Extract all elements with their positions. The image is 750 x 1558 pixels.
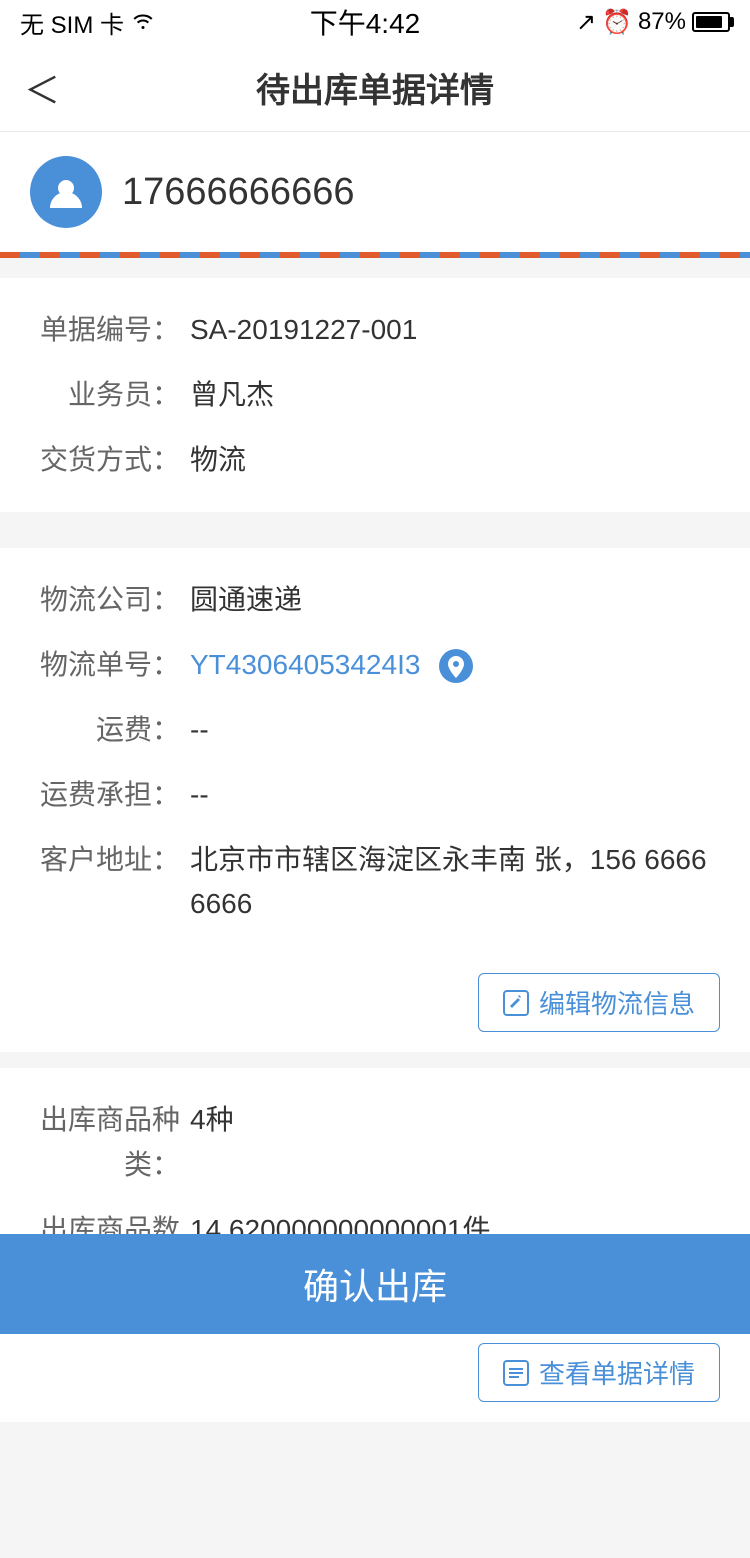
- address-label: 客户地址：: [30, 838, 190, 883]
- view-details-button[interactable]: 查看单据详情: [478, 1343, 720, 1402]
- freight-label: 运费：: [30, 708, 190, 753]
- back-button[interactable]: ＜: [24, 62, 60, 114]
- address-value: 北京市市辖区海淀区永丰南 张，156 6666 6666: [190, 838, 720, 928]
- tracking-value-row: YT43064053424I3: [190, 643, 476, 688]
- dashed-separator: [0, 252, 750, 258]
- tracking-value: YT43064053424I3: [190, 643, 420, 688]
- basic-info-section: 单据编号： SA-20191227-001 业务员： 曾凡杰 交货方式： 物流: [0, 278, 750, 512]
- customer-header: 17666666666: [0, 132, 750, 252]
- nav-bar: ＜ 待出库单据详情: [0, 44, 750, 132]
- edit-logistics-btn-row: 编辑物流信息: [0, 957, 750, 1052]
- section-divider-1: [0, 512, 750, 528]
- location-status-icon: ↗: [576, 8, 596, 37]
- alarm-icon: ⏰: [602, 8, 632, 37]
- confirm-outbound-label: 确认出库: [303, 1258, 447, 1310]
- status-time: 下午4:42: [310, 2, 421, 42]
- logistics-company-row: 物流公司： 圆通速递: [30, 578, 720, 623]
- edit-logistics-button[interactable]: 编辑物流信息: [478, 973, 720, 1032]
- battery-percent: 87%: [638, 8, 686, 36]
- logistics-info-section: 物流公司： 圆通速递 物流单号： YT43064053424I3 运费： -- …: [0, 548, 750, 957]
- page-title: 待出库单据详情: [256, 63, 494, 112]
- salesperson-row: 业务员： 曾凡杰: [30, 373, 720, 418]
- freight-value: --: [190, 708, 720, 753]
- freight-bearer-label: 运费承担：: [30, 773, 190, 818]
- delivery-method-label: 交货方式：: [30, 438, 190, 483]
- tracking-label: 物流单号：: [30, 643, 190, 688]
- freight-bearer-value: --: [190, 773, 720, 818]
- logistics-company-value: 圆通速递: [190, 578, 720, 623]
- avatar: [30, 156, 102, 228]
- edit-logistics-label: 编辑物流信息: [539, 984, 695, 1021]
- view-details-label: 查看单据详情: [539, 1354, 695, 1391]
- status-right: ↗ ⏰ 87%: [576, 8, 730, 37]
- doc-num-label: 单据编号：: [30, 308, 190, 353]
- address-row: 客户地址： 北京市市辖区海淀区永丰南 张，156 6666 6666: [30, 838, 720, 928]
- goods-type-value: 4种: [190, 1098, 720, 1143]
- section-divider-2: [0, 1052, 750, 1068]
- tracking-row: 物流单号： YT43064053424I3: [30, 643, 720, 688]
- delivery-method-value: 物流: [190, 438, 720, 483]
- salesperson-label: 业务员：: [30, 373, 190, 418]
- delivery-method-row: 交货方式： 物流: [30, 438, 720, 483]
- status-bar: 无 SIM 卡 下午4:42 ↗ ⏰ 87%: [0, 0, 750, 44]
- goods-type-label: 出库商品种类：: [30, 1098, 190, 1188]
- freight-bearer-row: 运费承担： --: [30, 773, 720, 818]
- battery-icon: [692, 12, 730, 32]
- tracking-location-icon[interactable]: [436, 646, 476, 686]
- wifi-icon: [132, 8, 154, 36]
- carrier-text: 无 SIM 卡: [20, 5, 124, 40]
- status-left: 无 SIM 卡: [20, 5, 154, 40]
- view-details-btn-row: 查看单据详情: [0, 1327, 750, 1422]
- goods-type-row: 出库商品种类： 4种: [30, 1098, 720, 1188]
- doc-num-row: 单据编号： SA-20191227-001: [30, 308, 720, 353]
- confirm-outbound-button[interactable]: 确认出库: [0, 1234, 750, 1334]
- logistics-company-label: 物流公司：: [30, 578, 190, 623]
- freight-row: 运费： --: [30, 708, 720, 753]
- bottom-space: [0, 1438, 750, 1558]
- section-divider-3: [0, 1422, 750, 1438]
- customer-phone: 17666666666: [122, 171, 354, 214]
- salesperson-value: 曾凡杰: [190, 373, 720, 418]
- doc-num-value: SA-20191227-001: [190, 308, 720, 353]
